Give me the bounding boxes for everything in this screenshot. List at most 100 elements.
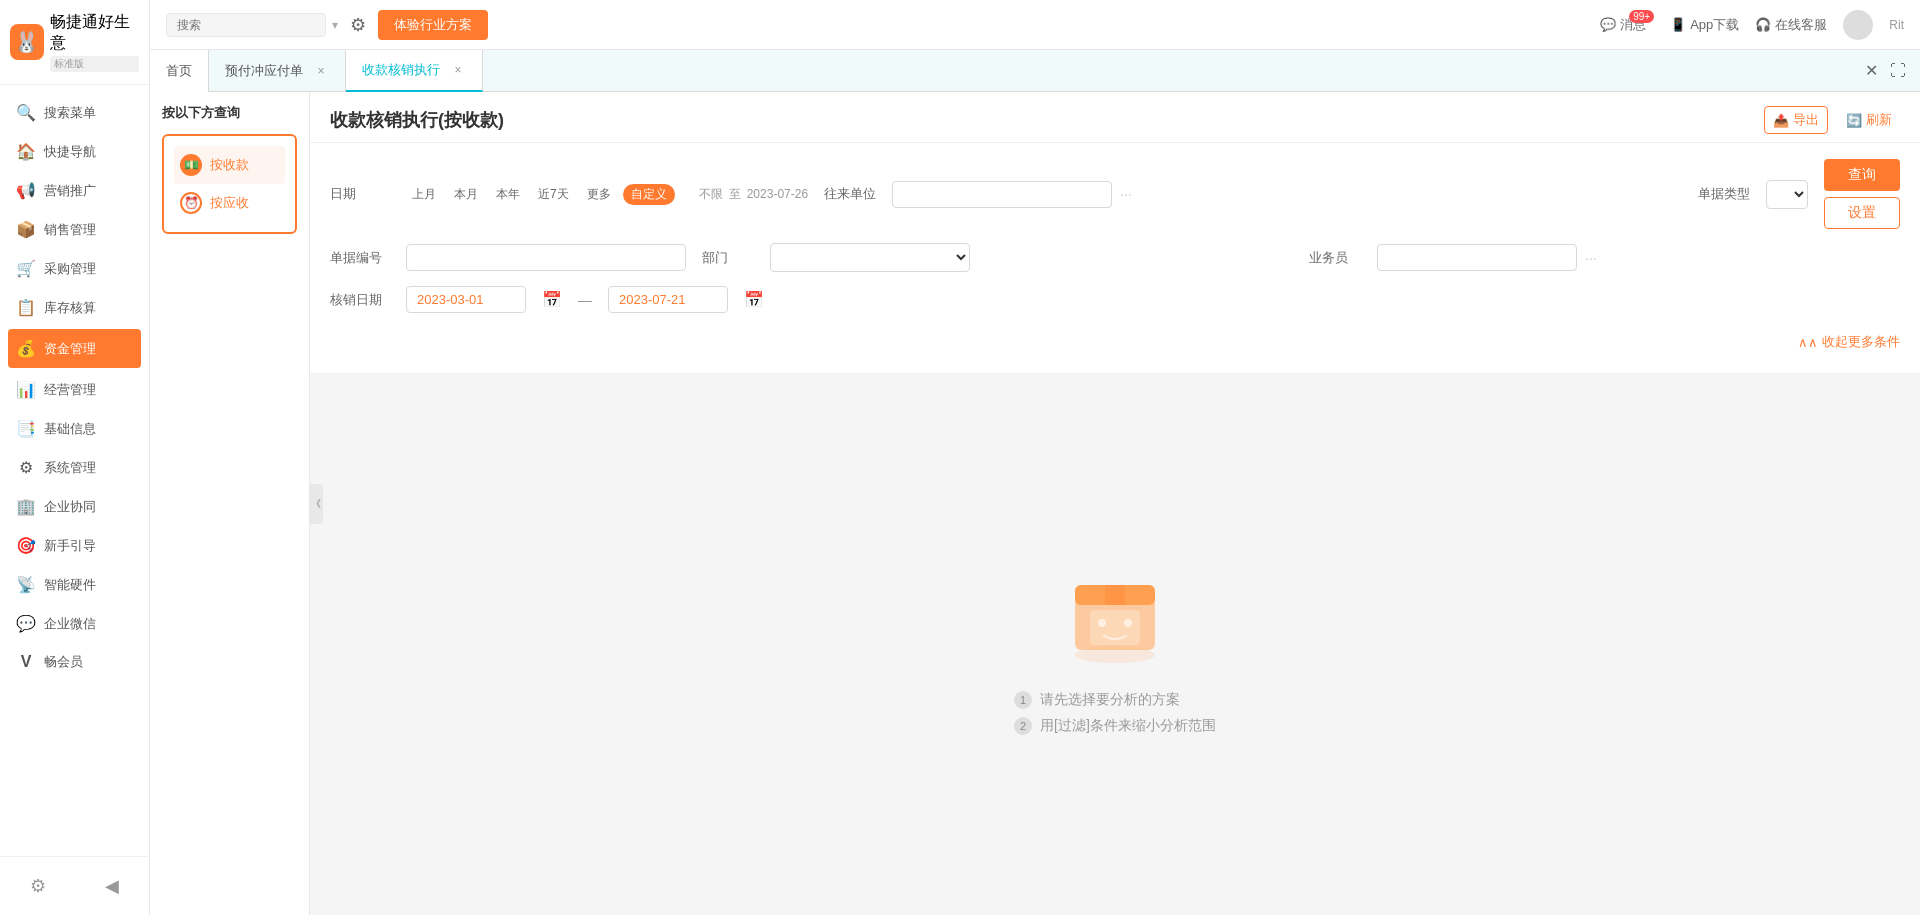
staff-ellipsis[interactable]: ··· — [1585, 250, 1597, 266]
sidebar-label-basic: 基础信息 — [44, 420, 96, 438]
service-icon: 🎧 — [1755, 17, 1771, 32]
panel-toggle-button[interactable]: 《 — [309, 484, 323, 524]
last-month-btn[interactable]: 上月 — [406, 184, 442, 205]
this-year-btn[interactable]: 本年 — [490, 184, 526, 205]
filter-area: 日期 上月 本月 本年 近7天 更多 自定义 不限 至 2023-07-26 — [310, 143, 1920, 374]
sidebar-label-inventory: 库存核算 — [44, 299, 96, 317]
home-tab-label: 首页 — [166, 62, 192, 80]
write-off-date-label: 核销日期 — [330, 291, 390, 309]
sidebar-label-member: 畅会员 — [44, 653, 83, 671]
query-button[interactable]: 查询 — [1824, 159, 1900, 191]
sidebar-item-finance[interactable]: 💰 资金管理 — [8, 329, 141, 368]
prepay-tab-label: 预付冲应付单 — [225, 62, 303, 80]
sidebar-item-hardware[interactable]: 📡 智能硬件 — [0, 565, 149, 604]
sidebar-item-quicknav[interactable]: 🏠 快捷导航 — [0, 132, 149, 171]
prepay-tab-close[interactable]: × — [313, 63, 329, 79]
sidebar-item-member[interactable]: V 畅会员 — [0, 643, 149, 681]
search-input[interactable] — [166, 13, 326, 37]
online-service-label: 在线客服 — [1775, 16, 1827, 34]
tab-prepay[interactable]: 预付冲应付单 × — [209, 50, 346, 92]
online-service-button[interactable]: 🎧 在线客服 — [1755, 16, 1827, 34]
staff-input[interactable] — [1377, 244, 1577, 271]
empty-hints: 1 请先选择要分析的方案 2 用[过滤]条件来缩小分析范围 — [1014, 691, 1216, 735]
write-off-start-input[interactable] — [406, 286, 526, 313]
sidebar-label-purchase: 采购管理 — [44, 260, 96, 278]
start-calendar-icon[interactable]: 📅 — [542, 290, 562, 309]
sidebar-item-purchase[interactable]: 🛒 采购管理 — [0, 249, 149, 288]
hint-text-2: 用[过滤]条件来缩小分析范围 — [1040, 717, 1216, 735]
query-item-by-receipt[interactable]: 💵 按收款 — [174, 146, 285, 184]
export-label: 导出 — [1793, 111, 1819, 129]
sidebar: 🐰 畅捷通好生意 标准版 🔍 搜索菜单 🏠 快捷导航 📢 营销推广 📦 销售管理… — [0, 0, 150, 915]
partner-ellipsis[interactable]: ··· — [1120, 186, 1132, 202]
sidebar-item-marketing[interactable]: 📢 营销推广 — [0, 171, 149, 210]
tab-receipt[interactable]: 收款核销执行 × — [346, 50, 483, 92]
refresh-icon: 🔄 — [1846, 113, 1862, 128]
doc-type-select[interactable] — [1766, 180, 1808, 209]
user-avatar[interactable] — [1843, 10, 1873, 40]
sidebar-label-hardware: 智能硬件 — [44, 576, 96, 594]
basic-icon: 📑 — [16, 419, 36, 438]
sidebar-label-guide: 新手引导 — [44, 537, 96, 555]
hint-num-2: 2 — [1014, 717, 1032, 735]
doc-type-label: 单据类型 — [1698, 185, 1758, 203]
main-content: 收款核销执行(按收款) 📤 导出 🔄 刷新 日期 — [310, 92, 1920, 915]
query-action-buttons: 查询 设置 — [1824, 159, 1900, 229]
end-calendar-icon[interactable]: 📅 — [744, 290, 764, 309]
query-item-by-receivable[interactable]: ⏰ 按应收 — [174, 184, 285, 222]
last-7-days-btn[interactable]: 近7天 — [532, 184, 575, 205]
empty-hint-2: 2 用[过滤]条件来缩小分析范围 — [1014, 717, 1216, 735]
message-button[interactable]: 💬 消息 99+ — [1600, 16, 1646, 34]
sidebar-item-sales[interactable]: 📦 销售管理 — [0, 210, 149, 249]
maximize-tab-button[interactable]: ⛶ — [1886, 58, 1910, 84]
more-date-btn[interactable]: 更多 — [581, 184, 617, 205]
partner-label: 往来单位 — [824, 185, 884, 203]
sidebar-item-basic[interactable]: 📑 基础信息 — [0, 409, 149, 448]
page-actions: 📤 导出 🔄 刷新 — [1764, 106, 1900, 134]
dept-select[interactable] — [770, 243, 970, 272]
receivable-query-icon: ⏰ — [180, 192, 202, 214]
close-tab-button[interactable]: ✕ — [1861, 57, 1882, 84]
content-area: 按以下方查询 💵 按收款 ⏰ 按应收 《 收款核销执行(按收款) — [150, 92, 1920, 915]
industry-solution-button[interactable]: 体验行业方案 — [378, 10, 488, 40]
tab-home[interactable]: 首页 — [150, 50, 209, 92]
this-month-btn[interactable]: 本月 — [448, 184, 484, 205]
svg-rect-6 — [1105, 585, 1125, 605]
custom-date-btn[interactable]: 自定义 — [623, 184, 675, 205]
partner-input[interactable] — [892, 181, 1112, 208]
sidebar-label-marketing: 营销推广 — [44, 182, 96, 200]
query-box: 💵 按收款 ⏰ 按应收 — [162, 134, 297, 234]
sidebar-label-quicknav: 快捷导航 — [44, 143, 96, 161]
gear-button[interactable]: ⚙ — [350, 14, 366, 36]
sidebar-item-operation[interactable]: 📊 经营管理 — [0, 370, 149, 409]
write-off-end-input[interactable] — [608, 286, 728, 313]
sidebar-item-system[interactable]: ⚙ 系统管理 — [0, 448, 149, 487]
logo-area: 🐰 畅捷通好生意 标准版 — [0, 0, 149, 85]
settings-button[interactable]: 设置 — [1824, 197, 1900, 229]
main-area: ▾ ⚙ 体验行业方案 💬 消息 99+ 📱 App下载 🎧 在线客服 Rit — [150, 0, 1920, 915]
app-download-button[interactable]: 📱 App下载 — [1670, 16, 1739, 34]
sidebar-nav: 🔍 搜索菜单 🏠 快捷导航 📢 营销推广 📦 销售管理 🛒 采购管理 📋 库存核… — [0, 85, 149, 856]
dropdown-icon[interactable]: ▾ — [332, 18, 338, 32]
left-panel-title: 按以下方查询 — [162, 104, 297, 122]
export-button[interactable]: 📤 导出 — [1764, 106, 1828, 134]
dept-field: 部门 — [702, 243, 1293, 272]
refresh-label: 刷新 — [1866, 111, 1892, 129]
doc-no-input[interactable] — [406, 244, 686, 271]
collapse-more-btn[interactable]: ∧∧ 收起更多条件 — [330, 327, 1900, 357]
receipt-tab-close[interactable]: × — [450, 62, 466, 78]
sidebar-item-enterprise[interactable]: 🏢 企业协同 — [0, 487, 149, 526]
user-name: Rit — [1889, 18, 1904, 32]
sidebar-item-search[interactable]: 🔍 搜索菜单 — [0, 93, 149, 132]
staff-label: 业务员 — [1309, 249, 1369, 267]
quicknav-icon: 🏠 — [16, 142, 36, 161]
sidebar-item-wechat[interactable]: 💬 企业微信 — [0, 604, 149, 643]
settings-bottom-icon[interactable]: ⚙ — [24, 869, 52, 903]
empty-hint-1: 1 请先选择要分析的方案 — [1014, 691, 1216, 709]
refresh-button[interactable]: 🔄 刷新 — [1838, 107, 1900, 133]
sidebar-item-inventory[interactable]: 📋 库存核算 — [0, 288, 149, 327]
receivable-query-label: 按应收 — [210, 194, 249, 212]
sidebar-item-guide[interactable]: 🎯 新手引导 — [0, 526, 149, 565]
filter-row-3: 核销日期 📅 — 📅 — [330, 286, 1900, 313]
collapse-sidebar-icon[interactable]: ◀ — [99, 869, 125, 903]
